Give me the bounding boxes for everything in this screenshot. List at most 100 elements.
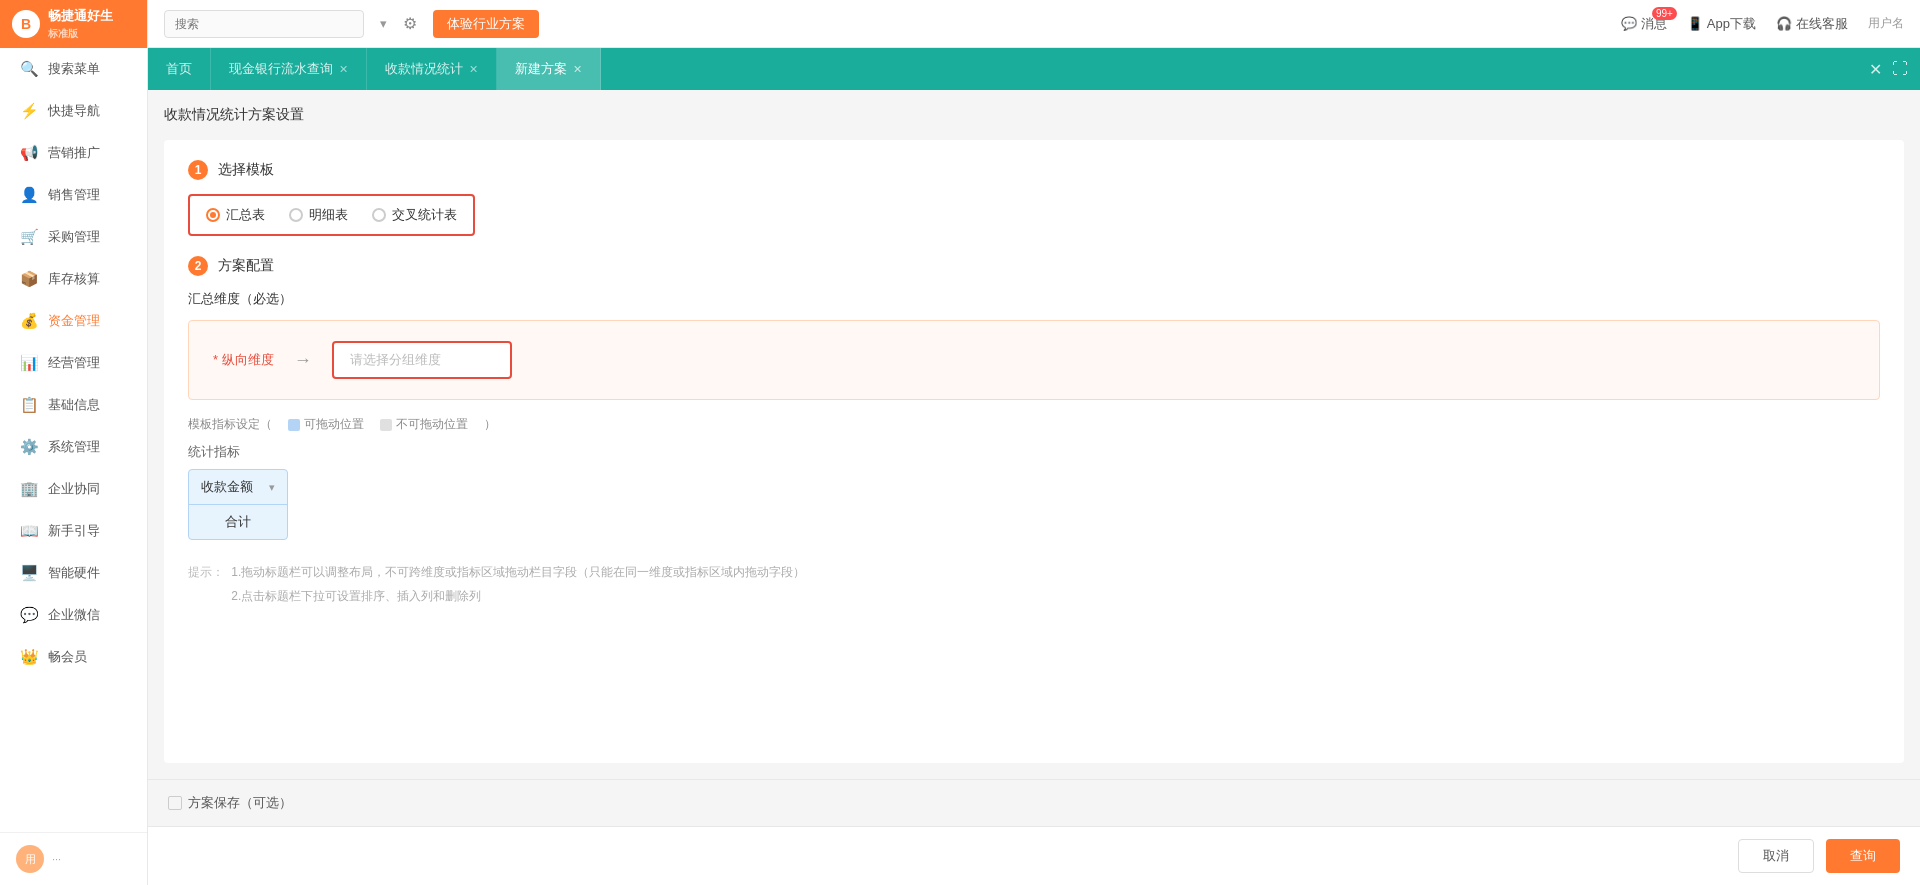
step2-header: 2 方案配置: [188, 256, 1880, 276]
sidebar-item-8[interactable]: 📋 基础信息: [0, 384, 147, 426]
tip-row-2: 提示： 2.点击标题栏下拉可设置排序、插入列和删除列: [188, 584, 1880, 608]
sidebar-item-7[interactable]: 📊 经营管理: [0, 342, 147, 384]
tip-text-1: 1.拖动标题栏可以调整布局，不可跨维度或指标区域拖动栏目字段（只能在同一维度或指…: [231, 560, 805, 584]
dimension-select-placeholder: 请选择分组维度: [350, 352, 441, 367]
stat-card[interactable]: 收款金额 ▾ 合计: [188, 469, 288, 540]
support-link[interactable]: 🎧 在线客服: [1776, 15, 1848, 33]
sidebar: B 畅捷通好生 标准版 🔍 搜索菜单 ⚡ 快捷导航 📢 营销推广 👤 销售管理 …: [0, 0, 148, 885]
sidebar-item-10[interactable]: 🏢 企业协同: [0, 468, 147, 510]
sidebar-label-7: 经营管理: [48, 354, 100, 372]
stat-header-text: 收款金额: [201, 478, 253, 496]
sidebar-icon-7: 📊: [20, 354, 38, 372]
draggable-dot: [288, 419, 300, 431]
stat-label: 统计指标: [188, 443, 1880, 461]
save-label: 方案保存（可选）: [188, 794, 292, 812]
page-title: 收款情况统计方案设置: [164, 106, 1904, 124]
sidebar-icon-3: 👤: [20, 186, 38, 204]
sidebar-item-6[interactable]: 💰 资金管理: [0, 300, 147, 342]
sidebar-label-11: 新手引导: [48, 522, 100, 540]
tab-label-3: 新建方案: [515, 60, 567, 78]
maximize-icon[interactable]: ⛶: [1892, 60, 1908, 78]
message-badge[interactable]: 💬 消息 99+: [1621, 15, 1667, 33]
sidebar-label-1: 快捷导航: [48, 102, 100, 120]
tips-title: 提示：: [188, 560, 227, 584]
tab-1[interactable]: 现金银行流水查询✕: [211, 48, 367, 90]
sidebar-item-1[interactable]: ⚡ 快捷导航: [0, 90, 147, 132]
tab-0[interactable]: 首页: [148, 48, 211, 90]
radio-cross-label: 交叉统计表: [392, 206, 457, 224]
sidebar-item-3[interactable]: 👤 销售管理: [0, 174, 147, 216]
radio-summary[interactable]: 汇总表: [206, 206, 265, 224]
logo-text: 畅捷通好生: [48, 7, 113, 25]
close-window-icon[interactable]: ✕: [1869, 60, 1882, 79]
tab-close-3[interactable]: ✕: [573, 63, 582, 76]
sidebar-icon-14: 👑: [20, 648, 38, 666]
action-bar: 取消 查询: [148, 826, 1920, 885]
message-icon: 💬: [1621, 16, 1637, 31]
indicator-hints: 模板指标设定（ 可拖动位置 不可拖动位置 ）: [188, 416, 1880, 433]
radio-summary-circle: [206, 208, 220, 222]
tab-label-0: 首页: [166, 60, 192, 78]
topbar-dropdown-icon[interactable]: ▾: [380, 16, 387, 31]
step2-section: 2 方案配置 汇总维度（必选） 纵向维度 → 请选择分组维度: [188, 256, 1880, 608]
headset-icon: 🎧: [1776, 16, 1792, 31]
sidebar-label-13: 企业微信: [48, 606, 100, 624]
not-draggable-label: 不可拖动位置: [396, 416, 468, 433]
sidebar-icon-10: 🏢: [20, 480, 38, 498]
sidebar-item-12[interactable]: 🖥️ 智能硬件: [0, 552, 147, 594]
sidebar-icon-2: 📢: [20, 144, 38, 162]
sidebar-label-4: 采购管理: [48, 228, 100, 246]
query-button[interactable]: 查询: [1826, 839, 1900, 873]
user-name[interactable]: 用户名: [1868, 15, 1904, 32]
tab-close-1[interactable]: ✕: [339, 63, 348, 76]
dimension-section-label: 汇总维度（必选）: [188, 290, 1880, 308]
radio-summary-label: 汇总表: [226, 206, 265, 224]
sidebar-item-0[interactable]: 🔍 搜索菜单: [0, 48, 147, 90]
tip-text-2: 2.点击标题栏下拉可设置排序、插入列和删除列: [231, 584, 481, 608]
sidebar-icon-9: ⚙️: [20, 438, 38, 456]
sidebar-label-6: 资金管理: [48, 312, 100, 330]
sidebar-item-9[interactable]: ⚙️ 系统管理: [0, 426, 147, 468]
stat-body-text: 合计: [225, 514, 251, 529]
dimension-select[interactable]: 请选择分组维度: [332, 341, 512, 379]
sidebar-item-4[interactable]: 🛒 采购管理: [0, 216, 147, 258]
topbar: ▾ ⚙ 体验行业方案 💬 消息 99+ 📱 App下载 🎧 在线客服 用户名: [148, 0, 1920, 48]
sidebar-item-5[interactable]: 📦 库存核算: [0, 258, 147, 300]
step2-num: 2: [188, 256, 208, 276]
save-checkbox[interactable]: [168, 796, 182, 810]
sidebar-icon-11: 📖: [20, 522, 38, 540]
not-draggable-hint: 不可拖动位置: [380, 416, 468, 433]
radio-detail[interactable]: 明细表: [289, 206, 348, 224]
config-section: 汇总维度（必选） 纵向维度 → 请选择分组维度: [188, 290, 1880, 608]
arrow-icon: →: [294, 350, 312, 371]
content-area: 收款情况统计方案设置 1 选择模板 汇总表 明细表: [148, 90, 1920, 779]
topbar-right: 💬 消息 99+ 📱 App下载 🎧 在线客服 用户名: [1621, 15, 1904, 33]
step1-num: 1: [188, 160, 208, 180]
sidebar-item-13[interactable]: 💬 企业微信: [0, 594, 147, 636]
dimension-area: 纵向维度 → 请选择分组维度: [188, 320, 1880, 400]
sidebar-icon-6: 💰: [20, 312, 38, 330]
tab-3[interactable]: 新建方案 ✕: [497, 48, 601, 90]
chevron-down-icon[interactable]: ▾: [269, 481, 275, 494]
radio-cross[interactable]: 交叉统计表: [372, 206, 457, 224]
search-input[interactable]: [164, 10, 364, 38]
save-option[interactable]: 方案保存（可选）: [168, 794, 1900, 812]
sidebar-item-2[interactable]: 📢 营销推广: [0, 132, 147, 174]
sidebar-item-11[interactable]: 📖 新手引导: [0, 510, 147, 552]
sidebar-item-14[interactable]: 👑 畅会员: [0, 636, 147, 678]
draggable-hint: 可拖动位置: [288, 416, 364, 433]
sidebar-icon-12: 🖥️: [20, 564, 38, 582]
sidebar-icon-1: ⚡: [20, 102, 38, 120]
sidebar-icon-5: 📦: [20, 270, 38, 288]
sidebar-logo: B 畅捷通好生 标准版: [0, 0, 147, 48]
vertical-dimension-label: 纵向维度: [213, 351, 274, 369]
main-card: 1 选择模板 汇总表 明细表 交叉统计表: [164, 140, 1904, 763]
dimension-row: 纵向维度 → 请选择分组维度: [213, 341, 1855, 379]
cancel-button[interactable]: 取消: [1738, 839, 1814, 873]
tab-close-2[interactable]: ✕: [469, 63, 478, 76]
trial-button[interactable]: 体验行业方案: [433, 10, 539, 38]
gear-icon[interactable]: ⚙: [403, 14, 417, 33]
main-area: ▾ ⚙ 体验行业方案 💬 消息 99+ 📱 App下载 🎧 在线客服 用户名 首…: [148, 0, 1920, 885]
tab-2[interactable]: 收款情况统计✕: [367, 48, 497, 90]
download-link[interactable]: 📱 App下载: [1687, 15, 1756, 33]
